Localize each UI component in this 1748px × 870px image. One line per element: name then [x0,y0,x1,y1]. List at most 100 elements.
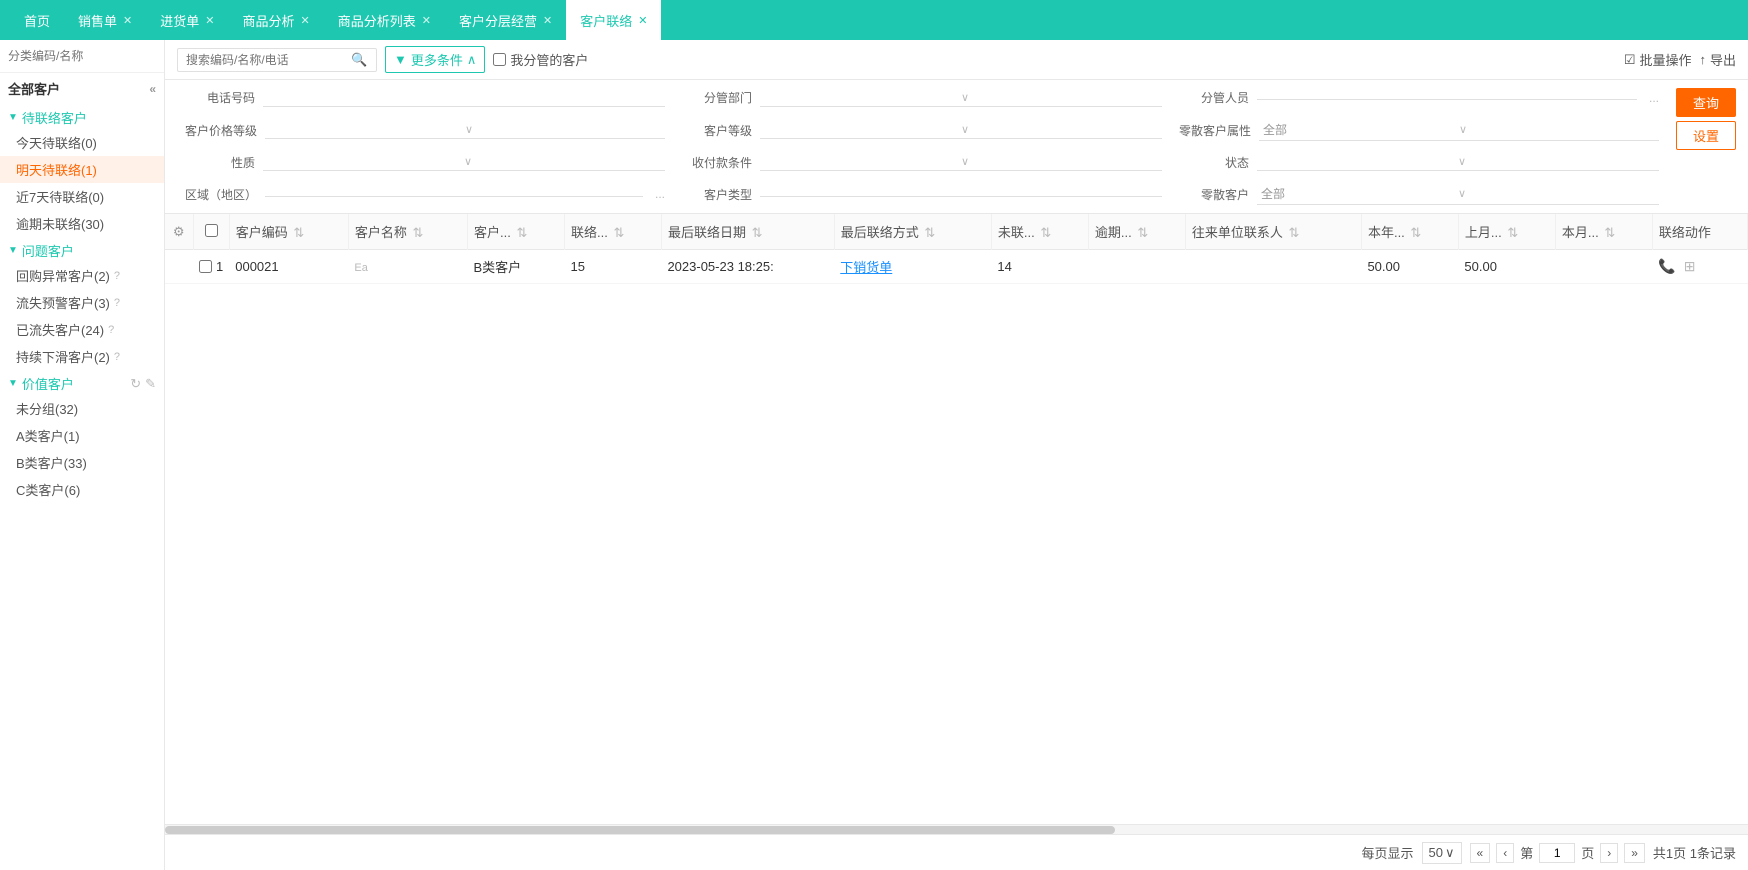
nav-close-product-list[interactable]: ✕ [422,14,431,27]
nav-product-list[interactable]: 商品分析列表 ✕ [324,0,445,40]
col-last-method[interactable]: 最后联络方式 ⇅ [834,214,991,250]
filter-manager-select[interactable] [1257,95,1637,100]
filter-price-level-select[interactable]: ∨ [265,121,665,139]
col-type[interactable]: 客户... ⇅ [468,214,565,250]
sidebar-pending-group[interactable]: ▼ 待联络客户 [0,104,164,129]
filter-retail-attr: 零散客户属性 全部 ∨ [1171,119,1668,141]
table-select-all[interactable] [205,224,218,237]
sidebar-item-churn-warning[interactable]: 流失预警客户(3) ? [0,289,164,316]
footer-pagination: « ‹ 第 页 › » [1470,843,1645,863]
row-actions: 📞 ⊞ [1652,250,1747,284]
filter-retail-customer-arrow-icon: ∨ [1458,187,1655,200]
filter-region-dots[interactable]: ... [655,187,665,201]
nav-product-analysis[interactable]: 商品分析 ✕ [228,0,323,40]
col-uncontacted[interactable]: 未联... ⇅ [991,214,1088,250]
sidebar-value-group[interactable]: ▼ 价值客户 ↻ ✎ [0,370,164,395]
filter-more-btn[interactable]: ▼ 更多条件 ∧ [385,46,485,73]
row-action-grid-icon[interactable]: ⊞ [1684,258,1696,275]
sidebar-all-customers[interactable]: 全部客户 « [0,73,164,104]
sidebar-item-7days[interactable]: 近7天待联络(0) [0,183,164,210]
filter-retail-attr-select[interactable]: 全部 ∨ [1259,119,1659,141]
search-wrap: 🔍 [177,48,377,72]
filter-retail-customer-select[interactable]: 全部 ∨ [1257,183,1659,205]
row-last-method: 下销货单 [834,250,991,284]
col-contact[interactable]: 联络... ⇅ [564,214,661,250]
nav-close-customer-tier[interactable]: ✕ [543,14,552,27]
sort-icon-code: ⇅ [293,225,304,240]
filter-customer-level-arrow-icon: ∨ [961,123,1158,136]
col-last-month[interactable]: 上月... ⇅ [1458,214,1555,250]
col-this-month[interactable]: 本月... ⇅ [1555,214,1652,250]
sidebar-search-input[interactable] [8,49,163,63]
nav-close-sales[interactable]: ✕ [123,14,132,27]
my-customer-checkbox[interactable] [493,53,506,66]
filter-actions: 查询 设置 [1676,88,1736,150]
filter-payment-select[interactable]: ∨ [760,153,1162,171]
row-checkbox[interactable] [199,260,212,273]
col-overdue[interactable]: 逾期... ⇅ [1088,214,1185,250]
sidebar-item-classA[interactable]: A类客户(1) [0,422,164,449]
col-last-date[interactable]: 最后联络日期 ⇅ [661,214,834,250]
filter-customer-level-select[interactable]: ∨ [760,121,1162,139]
filter-status-select[interactable]: ∨ [1257,153,1659,171]
filter-customer-type-select[interactable] [760,192,1162,197]
value-group-edit-icon[interactable]: ✎ [145,376,156,392]
sidebar-problem-group[interactable]: ▼ 问题客户 [0,237,164,262]
sort-icon-last-date: ⇅ [752,225,763,240]
export-btn[interactable]: ↑ 导出 [1699,50,1736,69]
nav-customer-tier[interactable]: 客户分层经营 ✕ [445,0,566,40]
col-contact-person[interactable]: 往来单位联系人 ⇅ [1185,214,1361,250]
sidebar-item-overdue[interactable]: 逾期未联络(30) [0,210,164,237]
my-customer-checkbox-wrap[interactable]: 我分管的客户 [493,50,588,69]
last-page-btn[interactable]: » [1624,843,1645,863]
table-checkbox-col [193,214,229,250]
content-area: 🔍 ▼ 更多条件 ∧ 我分管的客户 ☑ 批量操作 ↑ 导出 [165,40,1748,870]
sidebar-item-churned[interactable]: 已流失客户(24) ? [0,316,164,343]
col-name[interactable]: 客户名称 ⇅ [348,214,467,250]
search-input[interactable] [186,53,351,67]
sidebar-collapse-icon[interactable]: « [149,82,156,96]
page-input[interactable] [1539,843,1575,863]
filter-row-3: 性质 ∨ 收付款条件 ∨ [177,153,1668,171]
row-this-month [1555,250,1652,284]
filter-region-label: 区域（地区） [185,186,257,203]
search-icon-btn[interactable]: 🔍 [351,52,367,68]
next-page-btn[interactable]: › [1600,843,1618,863]
horizontal-scrollbar[interactable] [165,824,1748,834]
scrollbar-thumb[interactable] [165,826,1115,834]
sidebar-item-abnormal[interactable]: 回购异常客户(2) ? [0,262,164,289]
row-type: B类客户 [468,250,565,284]
hint-icon-abnormal: ? [114,270,120,282]
first-page-btn[interactable]: « [1470,843,1491,863]
filter-gender-select[interactable]: ∨ [263,153,665,171]
page-size-select[interactable]: 50 ∨ [1422,842,1462,864]
filter-region-select[interactable] [265,192,643,197]
sidebar-item-classC[interactable]: C类客户(6) [0,476,164,503]
filter-payment-label: 收付款条件 [682,154,752,171]
nav-purchase[interactable]: 进货单 ✕ [146,0,228,40]
nav-close-purchase[interactable]: ✕ [205,14,214,27]
filter-phone-input[interactable] [263,88,665,107]
prev-page-btn[interactable]: ‹ [1496,843,1514,863]
value-group-refresh-icon[interactable]: ↻ [130,376,141,392]
row-contact-count: 15 [564,250,661,284]
row-action-phone-icon[interactable]: 📞 [1658,258,1675,275]
sidebar-item-today[interactable]: 今天待联络(0) [0,129,164,156]
filter-manager-dots[interactable]: ... [1649,91,1659,105]
col-this-year[interactable]: 本年... ⇅ [1361,214,1458,250]
filter-dept-select[interactable]: ∨ [760,89,1162,107]
sidebar-item-classB[interactable]: B类客户(33) [0,449,164,476]
nav-close-product-analysis[interactable]: ✕ [301,14,310,27]
nav-sales[interactable]: 销售单 ✕ [64,0,146,40]
sidebar-item-tomorrow[interactable]: 明天待联络(1) [0,156,164,183]
col-code[interactable]: 客户编码 ⇅ [229,214,348,250]
nav-home[interactable]: 首页 [10,0,64,40]
reset-button[interactable]: 设置 [1676,121,1736,150]
table-settings-col[interactable]: ⚙ [165,214,193,250]
nav-customer-contact[interactable]: 客户联络 ✕ [566,0,661,40]
sidebar-item-ungrouped[interactable]: 未分组(32) [0,395,164,422]
nav-close-customer-contact[interactable]: ✕ [638,14,647,27]
query-button[interactable]: 查询 [1676,88,1736,117]
batch-btn[interactable]: ☑ 批量操作 [1624,50,1692,69]
sidebar-item-declining[interactable]: 持续下滑客户(2) ? [0,343,164,370]
